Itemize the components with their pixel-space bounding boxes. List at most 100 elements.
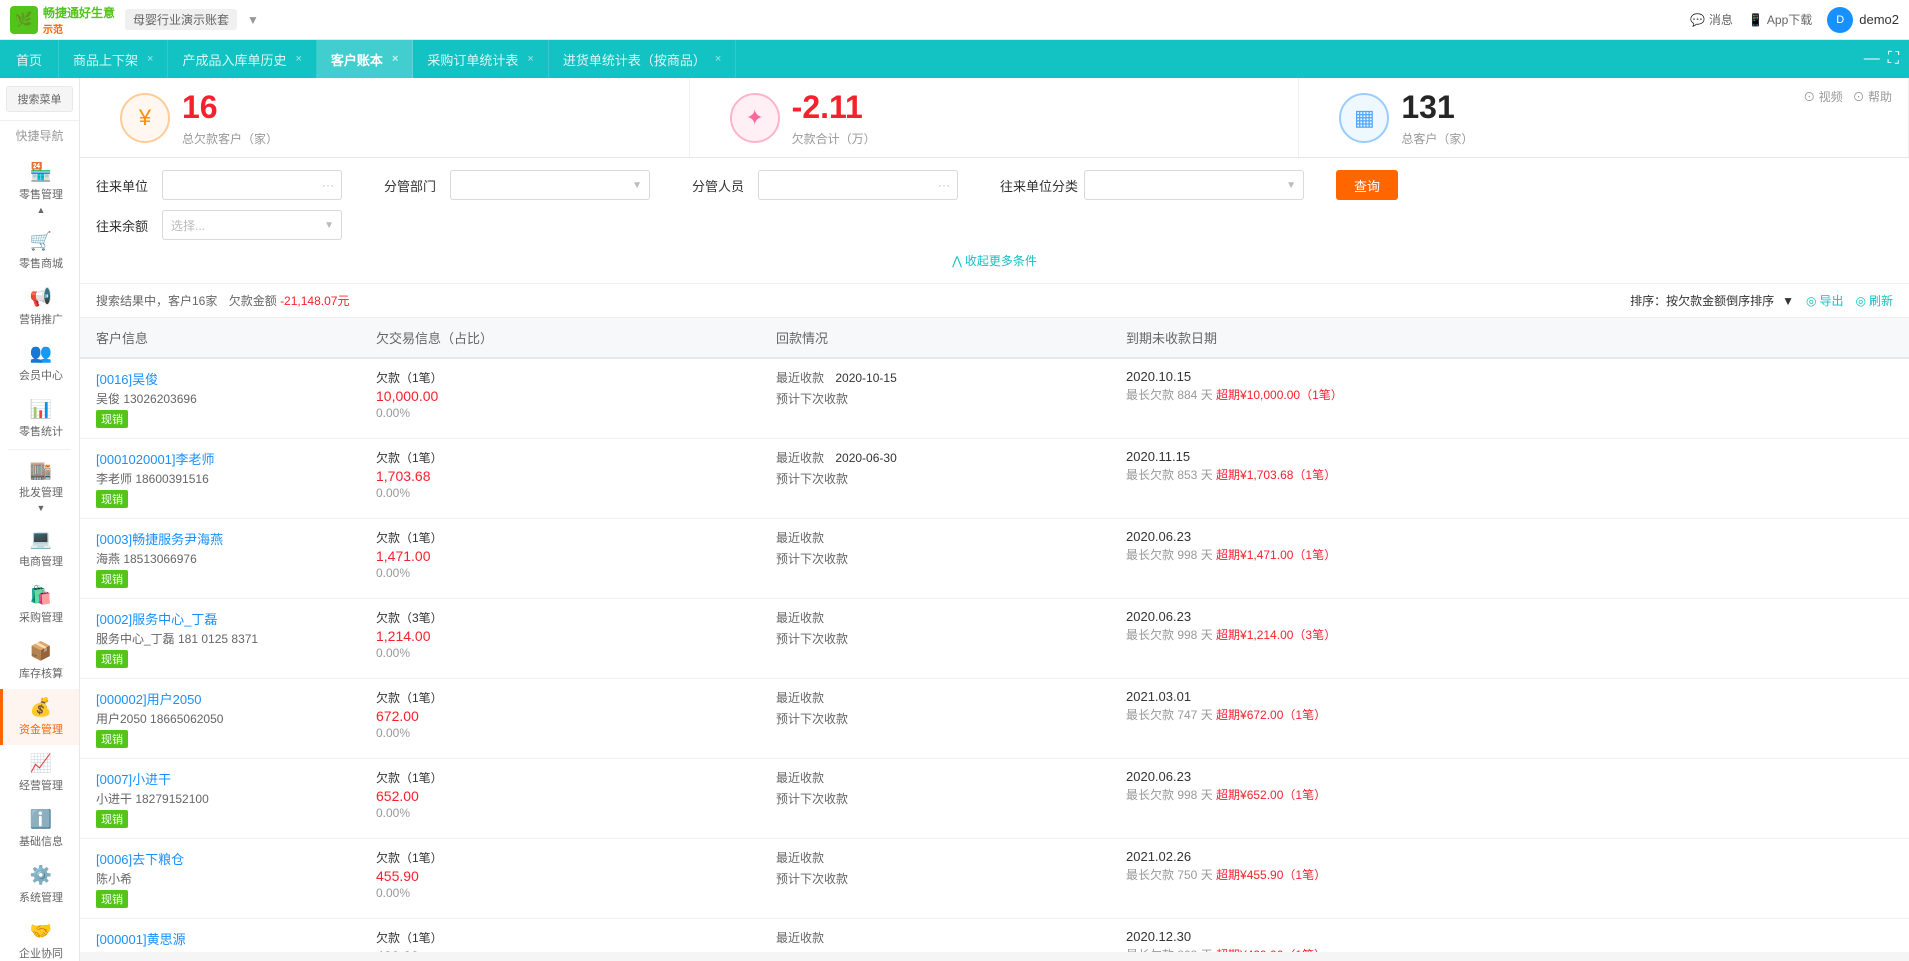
sidebar-item-system[interactable]: ⚙️ 系统管理 xyxy=(0,857,79,913)
app-download-action[interactable]: 📱 App下载 xyxy=(1748,11,1812,28)
debt-ratio: 0.00% xyxy=(376,726,744,740)
debt-amount[interactable]: 652.00 xyxy=(376,788,744,804)
unit-cat-label: 往来单位分类 xyxy=(1000,176,1078,195)
sidebar-item-finance[interactable]: 💰 资金管理 xyxy=(0,689,79,745)
th-debt-info: 欠交易信息（占比） xyxy=(360,318,760,358)
tab-product-history[interactable]: 产成品入库单历史 × xyxy=(168,40,316,78)
main-layout: 搜索菜单 快捷导航 🏪 零售管理 ▲ 🛒 零售商城 📢 营销推广 👥 会员中心 xyxy=(0,78,1909,961)
th-customer-info: 客户信息 xyxy=(80,318,360,358)
close-tab-product-history[interactable]: × xyxy=(295,53,301,65)
minimize-icon[interactable]: — xyxy=(1864,50,1880,68)
collapse-button[interactable]: ⋀ 收起更多条件 xyxy=(952,252,1037,269)
customer-name-link[interactable]: [000001]黄思源 xyxy=(96,932,186,947)
overdue-link[interactable]: 超期¥429.00（1笔） xyxy=(1216,948,1326,952)
overdue-info: 最长欠款 998 天 超期¥1,471.00（1笔） xyxy=(1126,546,1893,563)
close-tab-products-offline[interactable]: × xyxy=(147,53,153,65)
dropdown-arrow-system[interactable]: ▼ xyxy=(247,13,259,27)
overdue-link[interactable]: 超期¥1,703.68（1笔） xyxy=(1216,468,1336,482)
debt-amount[interactable]: 10,000.00 xyxy=(376,388,744,404)
customer-name-link[interactable]: [0006]去下粮仓 xyxy=(96,852,184,867)
debt-amount[interactable]: 672.00 xyxy=(376,708,744,724)
dept-select[interactable]: ▼ xyxy=(450,170,650,200)
sidebar-item-enterprise[interactable]: 🤝 企业协同 xyxy=(0,913,79,961)
system-name[interactable]: 母婴行业演示账套 xyxy=(125,9,237,30)
export-btn[interactable]: ◎ 导出 xyxy=(1806,292,1844,309)
table-row: [0016]吴俊 吴俊 13026203696 现销 欠款（1笔） 10,000… xyxy=(80,358,1909,439)
sidebar-item-purchase[interactable]: 🛍️ 采购管理 xyxy=(0,577,79,633)
refresh-btn[interactable]: ◎ 刷新 xyxy=(1856,292,1894,309)
collection-cell: 最近收款 2020-06-30 预计下次收款 xyxy=(760,439,1110,519)
last-collection: 最近收款 2020-06-30 xyxy=(776,449,1094,466)
debt-amount[interactable]: 455.90 xyxy=(376,868,744,884)
customer-name-link[interactable]: [0003]畅捷服务尹海燕 xyxy=(96,532,223,547)
debt-info-cell: 欠款（3笔） 1,214.00 0.00% xyxy=(360,599,760,679)
due-date: 2021.02.26 xyxy=(1126,849,1893,864)
customer-name-link[interactable]: [0001020001]李老师 xyxy=(96,452,215,467)
debt-amount[interactable]: 429.00 xyxy=(376,948,744,952)
video-btn[interactable]: ⊙ 视频 xyxy=(1803,88,1842,105)
sidebar-item-member[interactable]: 👥 会员中心 xyxy=(0,335,79,391)
debt-ratio: 0.00% xyxy=(376,406,744,420)
debt-amount[interactable]: 1,471.00 xyxy=(376,548,744,564)
header-row: 客户信息 欠交易信息（占比） 回款情况 到期未收款日期 xyxy=(80,318,1909,358)
help-btn[interactable]: ⊙ 帮助 xyxy=(1853,88,1892,105)
sidebar-search-btn[interactable]: 搜索菜单 xyxy=(6,86,73,112)
next-collection: 预计下次收款 xyxy=(776,390,1094,407)
tab-products-offline[interactable]: 商品上下架 × xyxy=(59,40,168,78)
overdue-link[interactable]: 超期¥10,000.00（1笔） xyxy=(1216,388,1343,402)
customer-info-cell: [000002]用户2050 用户2050 18665062050 现销 xyxy=(80,679,360,759)
sidebar-item-basic-info[interactable]: ℹ️ 基础信息 xyxy=(0,801,79,857)
message-action[interactable]: 💬 消息 xyxy=(1690,11,1733,28)
search-button[interactable]: 查询 xyxy=(1336,170,1398,200)
sidebar-item-retail-mgmt[interactable]: 🏪 零售管理 ▲ xyxy=(0,154,79,223)
tab-purchase-order[interactable]: 采购订单统计表 × xyxy=(413,40,548,78)
debt-amount[interactable]: 1,703.68 xyxy=(376,468,744,484)
debt-amount[interactable]: 1,214.00 xyxy=(376,628,744,644)
filter-manager: 分管人员 ··· xyxy=(692,170,958,200)
overdue-link[interactable]: 超期¥1,471.00（1笔） xyxy=(1216,548,1336,562)
sidebar-item-ecommerce[interactable]: 💻 电商管理 xyxy=(0,521,79,577)
due-date-cell: 2020.06.23 最长欠款 998 天 超期¥652.00（1笔） xyxy=(1110,759,1909,839)
tab-customer-account[interactable]: 客户账本 × xyxy=(317,40,413,78)
overdue-link[interactable]: 超期¥652.00（1笔） xyxy=(1216,788,1326,802)
due-date: 2021.03.01 xyxy=(1126,689,1893,704)
collection-cell: 最近收款 预计下次收款 xyxy=(760,519,1110,599)
sidebar-item-inventory[interactable]: 📦 库存核算 xyxy=(0,633,79,689)
stats-panel: ¥ 16 总欠款客户（家） ✦ -2.11 欠款合计（万） ▦ 131 总客户（… xyxy=(80,78,1909,158)
tab-home[interactable]: 首页 xyxy=(0,40,59,78)
close-tab-customer-account[interactable]: × xyxy=(392,53,398,65)
balance-label: 往来余额 xyxy=(96,216,156,235)
customer-name-link[interactable]: [0016]吴俊 xyxy=(96,372,158,387)
close-tab-purchase-order[interactable]: × xyxy=(527,53,533,65)
sidebar-item-marketing[interactable]: 📢 营销推广 xyxy=(0,279,79,335)
stat-overdue-desc: 总欠款客户（家） xyxy=(182,130,278,147)
customer-name-link[interactable]: [000002]用户2050 xyxy=(96,692,202,707)
unit-cat-select[interactable]: ▼ xyxy=(1084,170,1304,200)
overdue-link[interactable]: 超期¥1,214.00（3笔） xyxy=(1216,628,1336,642)
overdue-link[interactable]: 超期¥672.00（1笔） xyxy=(1216,708,1326,722)
next-collection: 预计下次收款 xyxy=(776,950,1094,952)
result-actions: 排序：按欠款金额倒序排序 ▼ ◎ 导出 ◎ 刷新 xyxy=(1630,292,1893,309)
sidebar-item-wholesale-mgmt[interactable]: 🏬 批发管理 ▼ xyxy=(0,452,79,521)
tab-inventory-stats[interactable]: 进货单统计表（按商品） × xyxy=(549,40,736,78)
quick-nav-label: 快捷导航 xyxy=(0,121,79,150)
sidebar-item-business[interactable]: 📈 经营管理 xyxy=(0,745,79,801)
nav-tabs-controls: — ⛶ xyxy=(1864,50,1909,68)
customer-name-link[interactable]: [0007]小进干 xyxy=(96,772,171,787)
due-date-cell: 2021.03.01 最长欠款 747 天 超期¥672.00（1笔） xyxy=(1110,679,1909,759)
customer-info-cell: [0016]吴俊 吴俊 13026203696 现销 xyxy=(80,358,360,439)
from-unit-input[interactable] xyxy=(162,170,342,200)
overdue-link[interactable]: 超期¥455.90（1笔） xyxy=(1216,868,1326,882)
user-area[interactable]: D demo2 xyxy=(1827,7,1899,33)
manager-input[interactable] xyxy=(758,170,958,200)
balance-select[interactable]: 选择... ▼ xyxy=(162,210,342,240)
maximize-icon[interactable]: ⛶ xyxy=(1888,50,1899,68)
customer-name-link[interactable]: [0002]服务中心_丁磊 xyxy=(96,612,217,627)
filter-row-2: 往来余额 选择... ▼ xyxy=(96,210,1893,240)
sort-select[interactable]: 排序：按欠款金额倒序排序 ▼ xyxy=(1630,292,1794,309)
result-amount: -21,148.07元 xyxy=(280,294,349,308)
sidebar-item-retail-mall[interactable]: 🛒 零售商城 xyxy=(0,223,79,279)
close-tab-inventory-stats[interactable]: × xyxy=(715,53,721,65)
due-date: 2020.10.15 xyxy=(1126,369,1893,384)
sidebar-item-retail-stats[interactable]: 📊 零售统计 xyxy=(0,391,79,447)
